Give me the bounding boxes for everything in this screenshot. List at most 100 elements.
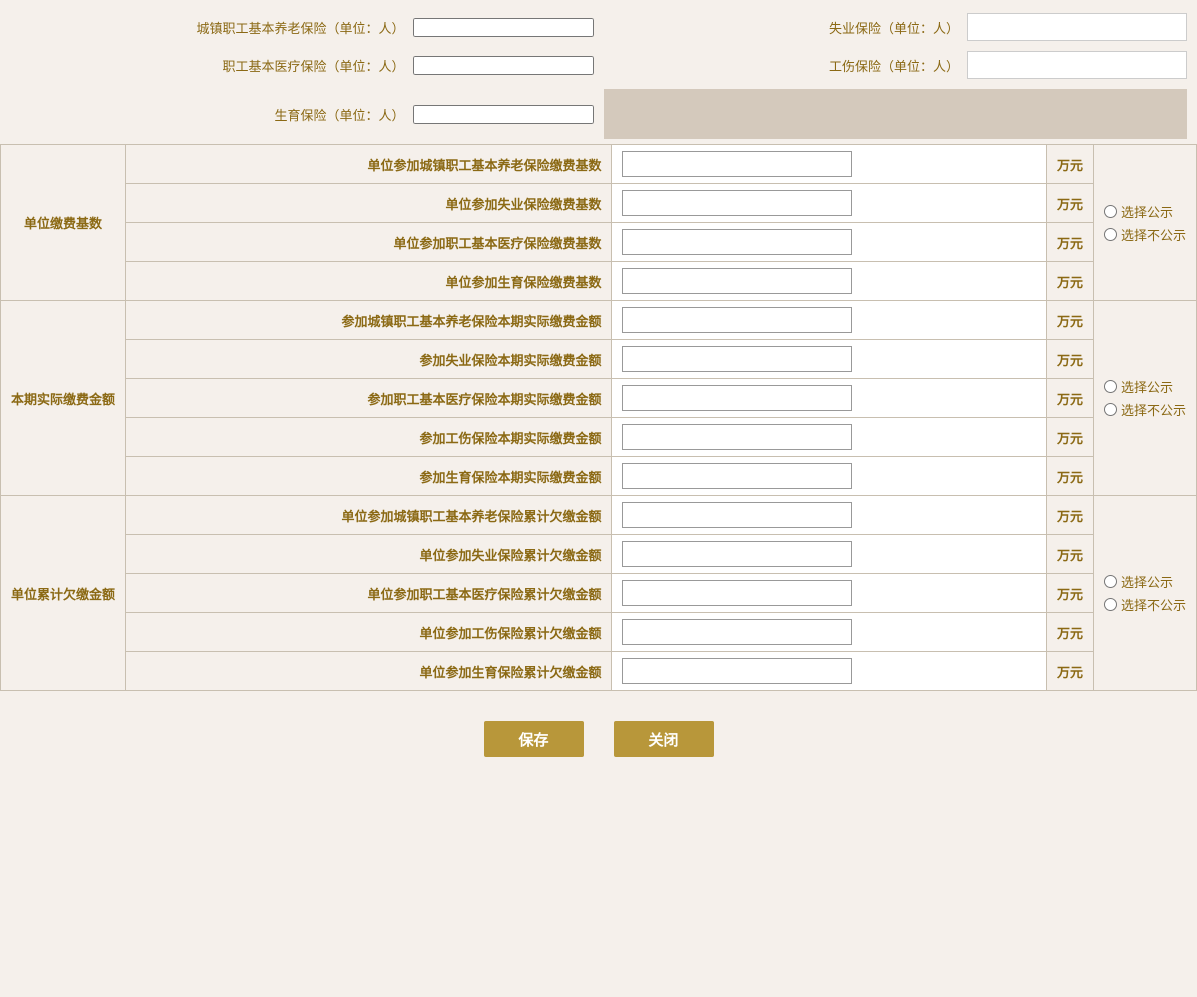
radio-group-3: 选择公示 选择不公示: [1104, 572, 1186, 614]
radio-label-private-3: 选择不公示: [1121, 595, 1186, 614]
label-pension-arrears: 单位参加城镇职工基本养老保险累计欠缴金额: [126, 496, 612, 535]
label-injury-current: 参加工伤保险本期实际缴费金额: [126, 418, 612, 457]
label-unemployment: 失业保险（单位：人）: [829, 18, 959, 37]
page-container: 城镇职工基本养老保险（单位：人） 失业保险（单位：人） 职工基本医疗保险（单位：…: [0, 0, 1197, 997]
radio-input-private-1[interactable]: [1104, 228, 1117, 241]
field-medical-current[interactable]: [622, 385, 852, 411]
radio-public-2[interactable]: 选择公示: [1104, 377, 1186, 396]
radio-label-public-1: 选择公示: [1121, 202, 1173, 221]
radio-label-private-1: 选择不公示: [1121, 225, 1186, 244]
radio-input-public-2[interactable]: [1104, 380, 1117, 393]
field-pension-arrears[interactable]: [622, 502, 852, 528]
header-row-2: 职工基本医疗保险（单位：人） 工伤保险（单位：人）: [0, 46, 1197, 84]
input-maternity[interactable]: [413, 105, 594, 124]
close-button[interactable]: 关闭: [614, 721, 714, 757]
header-left-3: 生育保险（单位：人）: [10, 105, 594, 124]
shaded-placeholder: [604, 89, 1188, 139]
field-unemployment-base[interactable]: [622, 190, 852, 216]
radio-label-private-2: 选择不公示: [1121, 400, 1186, 419]
field-maternity-arrears[interactable]: [622, 658, 852, 684]
table-row: 参加生育保险本期实际缴费金额 万元: [1, 457, 1197, 496]
label-maternity-current: 参加生育保险本期实际缴费金额: [126, 457, 612, 496]
unit-maternity-base: 万元: [1046, 262, 1093, 301]
table-row: 单位参加失业保险累计欠缴金额 万元: [1, 535, 1197, 574]
radio-label-public-3: 选择公示: [1121, 572, 1173, 591]
field-injury-current[interactable]: [622, 424, 852, 450]
table-row: 单位参加工伤保险累计欠缴金额 万元: [1, 613, 1197, 652]
radio-public-3[interactable]: 选择公示: [1104, 572, 1186, 591]
table-row: 单位缴费基数 单位参加城镇职工基本养老保险缴费基数 万元 选择公示 选择不公: [1, 145, 1197, 184]
field-medical-base[interactable]: [622, 229, 852, 255]
table-row: 单位参加生育保险累计欠缴金额 万元: [1, 652, 1197, 691]
field-unemployment-arrears[interactable]: [622, 541, 852, 567]
unit-injury-current: 万元: [1046, 418, 1093, 457]
table-row: 本期实际缴费金额 参加城镇职工基本养老保险本期实际缴费金额 万元 选择公示: [1, 301, 1197, 340]
header-left-1: 城镇职工基本养老保险（单位：人）: [10, 18, 594, 37]
table-row: 单位累计欠缴金额 单位参加城镇职工基本养老保险累计欠缴金额 万元 选择公示: [1, 496, 1197, 535]
bottom-buttons: 保存 关闭: [0, 691, 1197, 777]
unit-medical-current: 万元: [1046, 379, 1093, 418]
unit-pension-base: 万元: [1046, 145, 1093, 184]
label-injury-arrears: 单位参加工伤保险累计欠缴金额: [126, 613, 612, 652]
radio-group-1: 选择公示 选择不公示: [1104, 202, 1186, 244]
label-medical: 职工基本医疗保险（单位：人）: [222, 56, 404, 75]
radio-current-payment: 选择公示 选择不公示: [1093, 301, 1196, 496]
field-maternity-base[interactable]: [622, 268, 852, 294]
input-cell-pension-base: [612, 145, 1047, 184]
label-medical-base: 单位参加职工基本医疗保险缴费基数: [126, 223, 612, 262]
radio-private-1[interactable]: 选择不公示: [1104, 225, 1186, 244]
label-pension: 城镇职工基本养老保险（单位：人）: [196, 18, 404, 37]
radio-private-2[interactable]: 选择不公示: [1104, 400, 1186, 419]
table-row: 单位参加职工基本医疗保险缴费基数 万元: [1, 223, 1197, 262]
unit-pension-arrears: 万元: [1046, 496, 1093, 535]
field-medical-arrears[interactable]: [622, 580, 852, 606]
table-row: 参加职工基本医疗保险本期实际缴费金额 万元: [1, 379, 1197, 418]
label-unemployment-arrears: 单位参加失业保险累计欠缴金额: [126, 535, 612, 574]
field-unemployment-current[interactable]: [622, 346, 852, 372]
header-right-2: 工伤保险（单位：人）: [604, 51, 1188, 79]
field-maternity-current[interactable]: [622, 463, 852, 489]
input-cell-pension-arrears: [612, 496, 1047, 535]
unit-pension-current: 万元: [1046, 301, 1093, 340]
header-left-2: 职工基本医疗保险（单位：人）: [10, 56, 594, 75]
unit-medical-arrears: 万元: [1046, 574, 1093, 613]
category-arrears: 单位累计欠缴金额: [1, 496, 126, 691]
radio-public-1[interactable]: 选择公示: [1104, 202, 1186, 221]
radio-contribution-base: 选择公示 选择不公示: [1093, 145, 1196, 301]
input-unemployment[interactable]: [967, 13, 1187, 41]
label-medical-arrears: 单位参加职工基本医疗保险累计欠缴金额: [126, 574, 612, 613]
label-injury: 工伤保险（单位：人）: [829, 56, 959, 75]
input-pension[interactable]: [413, 18, 594, 37]
radio-input-public-3[interactable]: [1104, 575, 1117, 588]
input-cell-unemployment-current: [612, 340, 1047, 379]
input-cell-maternity-base: [612, 262, 1047, 301]
label-maternity: 生育保险（单位：人）: [274, 105, 404, 124]
main-table: 单位缴费基数 单位参加城镇职工基本养老保险缴费基数 万元 选择公示 选择不公: [0, 144, 1197, 691]
input-medical[interactable]: [413, 56, 594, 75]
radio-private-3[interactable]: 选择不公示: [1104, 595, 1186, 614]
input-cell-medical-base: [612, 223, 1047, 262]
input-injury[interactable]: [967, 51, 1187, 79]
label-pension-current: 参加城镇职工基本养老保险本期实际缴费金额: [126, 301, 612, 340]
header-section: 城镇职工基本养老保险（单位：人） 失业保险（单位：人） 职工基本医疗保险（单位：…: [0, 0, 1197, 144]
radio-input-public-1[interactable]: [1104, 205, 1117, 218]
radio-input-private-3[interactable]: [1104, 598, 1117, 611]
header-row-1: 城镇职工基本养老保险（单位：人） 失业保险（单位：人）: [0, 8, 1197, 46]
input-cell-medical-current: [612, 379, 1047, 418]
label-unemployment-current: 参加失业保险本期实际缴费金额: [126, 340, 612, 379]
label-pension-base: 单位参加城镇职工基本养老保险缴费基数: [126, 145, 612, 184]
input-cell-unemployment-arrears: [612, 535, 1047, 574]
label-maternity-arrears: 单位参加生育保险累计欠缴金额: [126, 652, 612, 691]
radio-label-public-2: 选择公示: [1121, 377, 1173, 396]
field-injury-arrears[interactable]: [622, 619, 852, 645]
save-button[interactable]: 保存: [484, 721, 584, 757]
unit-injury-arrears: 万元: [1046, 613, 1093, 652]
field-pension-current[interactable]: [622, 307, 852, 333]
input-cell-injury-current: [612, 418, 1047, 457]
section-arrears: 单位累计欠缴金额 单位参加城镇职工基本养老保险累计欠缴金额 万元 选择公示: [1, 496, 1197, 691]
input-cell-medical-arrears: [612, 574, 1047, 613]
unit-unemployment-current: 万元: [1046, 340, 1093, 379]
radio-input-private-2[interactable]: [1104, 403, 1117, 416]
field-pension-base[interactable]: [622, 151, 852, 177]
unit-unemployment-arrears: 万元: [1046, 535, 1093, 574]
